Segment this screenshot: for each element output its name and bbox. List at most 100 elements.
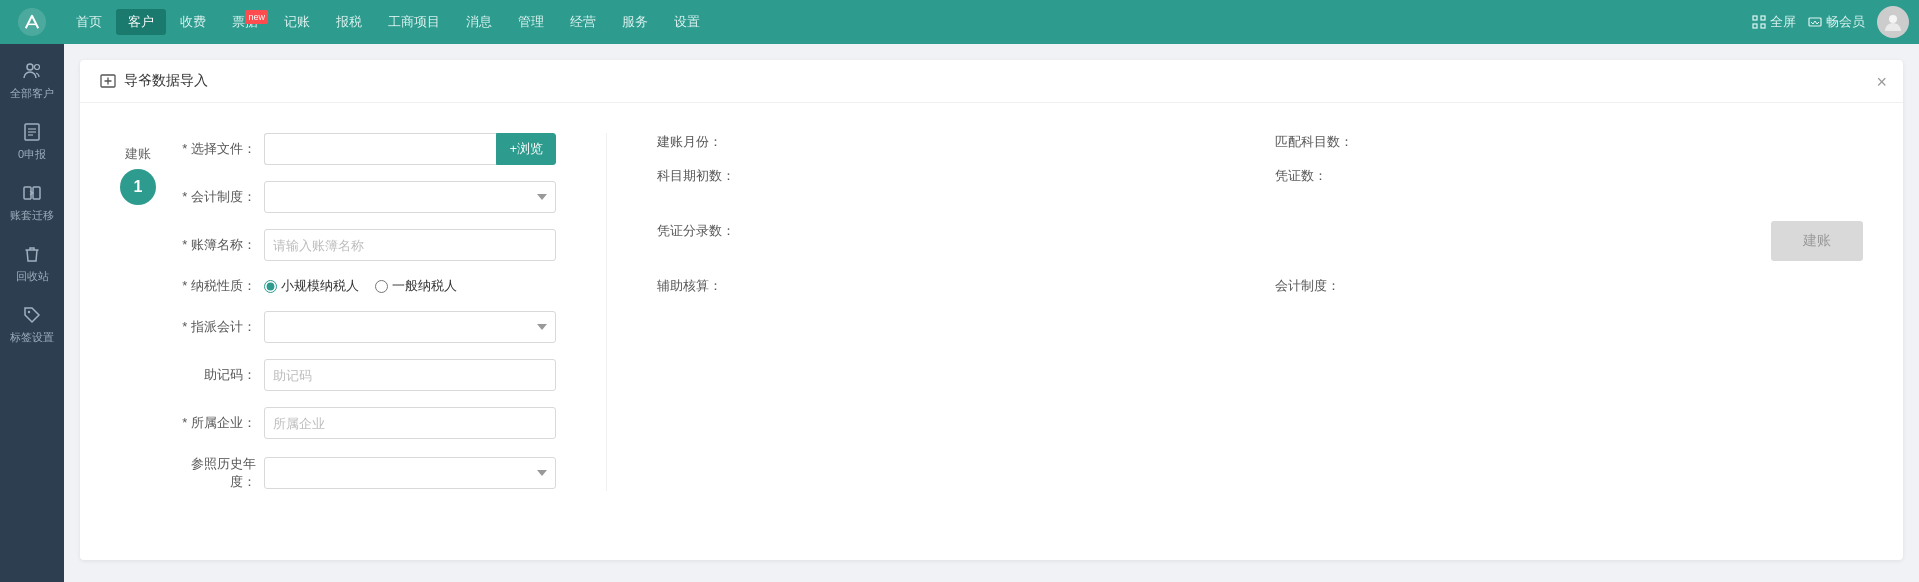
small-taxpayer-option[interactable]: 小规模纳税人 <box>264 277 359 295</box>
file-input[interactable] <box>264 133 496 165</box>
accounting-system-label: * 会计制度： <box>176 188 256 206</box>
history-year-select[interactable] <box>264 457 556 489</box>
voucher-count-label: 凭证数： <box>1275 167 1355 185</box>
accounting-system-row: * 会计制度： <box>176 181 556 213</box>
report-icon <box>21 121 43 143</box>
form-area: 建账 1 * 选择文件： +浏览 <box>80 103 1903 521</box>
build-btn-area: 建账 <box>1275 201 1863 261</box>
form-left: * 选择文件： +浏览 * 会计制度： <box>176 133 556 491</box>
nav-item-service[interactable]: 服务 <box>610 9 660 35</box>
svg-rect-3 <box>1753 24 1757 28</box>
svg-rect-4 <box>1761 24 1765 28</box>
top-navbar: 首页 客户 收费 票据 new 记账 报税 工商项目 消息 管理 经营 服务 设… <box>0 0 1919 44</box>
general-taxpayer-radio[interactable] <box>375 280 388 293</box>
memo-label: 助记码： <box>176 366 256 384</box>
history-year-label: 参照历史年度： <box>176 455 256 491</box>
dialog-card: 导爷数据导入 × 建账 1 * 选择文件： <box>80 60 1903 560</box>
accounting-system-select[interactable] <box>264 181 556 213</box>
main-content: 导爷数据导入 × 建账 1 * 选择文件： <box>64 44 1919 582</box>
match-subjects-row: 匹配科目数： <box>1275 133 1863 151</box>
svg-rect-13 <box>24 187 31 199</box>
dialog-header: 导爷数据导入 × <box>80 60 1903 103</box>
svg-rect-5 <box>1809 18 1821 26</box>
svg-point-0 <box>18 8 46 36</box>
vip-button[interactable]: 畅会员 <box>1808 13 1865 31</box>
sidebar: 全部客户 0申报 账套迁移 回收站 标签设置 <box>0 44 64 582</box>
step-label: 建账 <box>125 145 151 163</box>
assign-accountant-row: * 指派会计： <box>176 311 556 343</box>
sidebar-item-all-customers[interactable]: 全部客户 <box>2 52 62 109</box>
sidebar-item-zero-report-label: 0申报 <box>18 147 46 162</box>
build-month-label: 建账月份： <box>657 133 737 151</box>
right-accounting-system-row: 会计制度： <box>1275 277 1863 295</box>
nav-item-tax[interactable]: 报税 <box>324 9 374 35</box>
sidebar-item-recycle[interactable]: 回收站 <box>2 235 62 292</box>
memo-input[interactable] <box>264 359 556 391</box>
voucher-entries-label: 凭证分录数： <box>657 222 737 240</box>
tax-type-row: * 纳税性质： 小规模纳税人 一般纳税人 <box>176 277 556 295</box>
ledger-name-label: * 账簿名称： <box>176 236 256 254</box>
sidebar-item-tag-settings[interactable]: 标签设置 <box>2 296 62 353</box>
file-label: * 选择文件： <box>176 140 256 158</box>
svg-point-8 <box>35 65 40 70</box>
dialog-title: 导爷数据导入 <box>124 72 208 90</box>
history-year-row: 参照历史年度： <box>176 455 556 491</box>
close-button[interactable]: × <box>1876 72 1887 93</box>
vertical-divider <box>606 133 607 491</box>
ledger-name-input[interactable] <box>264 229 556 261</box>
file-select-row: * 选择文件： +浏览 <box>176 133 556 165</box>
build-month-row: 建账月份： <box>657 133 1245 151</box>
vip-label: 畅会员 <box>1826 13 1865 31</box>
svg-point-15 <box>28 311 30 313</box>
right-accounting-system-label: 会计制度： <box>1275 277 1355 295</box>
fullscreen-label: 全屏 <box>1770 13 1796 31</box>
small-taxpayer-radio[interactable] <box>264 280 277 293</box>
trash-icon <box>21 243 43 265</box>
nav-item-bookkeeping[interactable]: 记账 <box>272 9 322 35</box>
nav-item-business[interactable]: 工商项目 <box>376 9 452 35</box>
nav-item-settings[interactable]: 设置 <box>662 9 712 35</box>
voucher-entries-row: 凭证分录数： <box>657 201 1245 261</box>
build-account-button[interactable]: 建账 <box>1771 221 1863 261</box>
sidebar-item-account-transfer[interactable]: 账套迁移 <box>2 174 62 231</box>
nav-item-fee[interactable]: 收费 <box>168 9 218 35</box>
new-badge: new <box>245 10 268 24</box>
nav-item-manage[interactable]: 管理 <box>506 9 556 35</box>
general-taxpayer-label: 一般纳税人 <box>392 277 457 295</box>
user-avatar[interactable] <box>1877 6 1909 38</box>
match-subjects-label: 匹配科目数： <box>1275 133 1355 151</box>
nav-item-operation[interactable]: 经营 <box>558 9 608 35</box>
small-taxpayer-label: 小规模纳税人 <box>281 277 359 295</box>
app-logo <box>10 0 54 44</box>
nav-item-customer[interactable]: 客户 <box>116 9 166 35</box>
info-grid: 建账月份： 匹配科目数： 科目期初数： 凭证数： <box>657 133 1863 295</box>
app-layout: 全部客户 0申报 账套迁移 回收站 标签设置 <box>0 44 1919 582</box>
company-input[interactable] <box>264 407 556 439</box>
nav-item-invoice[interactable]: 票据 new <box>220 9 270 35</box>
users-icon <box>21 60 43 82</box>
nav-right-area: 全屏 畅会员 <box>1752 6 1909 38</box>
assign-accountant-select[interactable] <box>264 311 556 343</box>
fullscreen-icon <box>1752 15 1766 29</box>
svg-point-7 <box>27 64 33 70</box>
general-taxpayer-option[interactable]: 一般纳税人 <box>375 277 457 295</box>
sidebar-item-recycle-label: 回收站 <box>16 269 49 284</box>
fullscreen-button[interactable]: 全屏 <box>1752 13 1796 31</box>
avatar-icon <box>1882 11 1904 33</box>
sidebar-item-zero-report[interactable]: 0申报 <box>2 113 62 170</box>
subject-initial-label: 科目期初数： <box>657 167 737 185</box>
import-icon <box>100 73 116 89</box>
svg-rect-2 <box>1761 16 1765 20</box>
memo-row: 助记码： <box>176 359 556 391</box>
ledger-name-row: * 账簿名称： <box>176 229 556 261</box>
sidebar-item-tag-settings-label: 标签设置 <box>10 330 54 345</box>
browse-input-group: +浏览 <box>264 133 556 165</box>
sidebar-item-all-customers-label: 全部客户 <box>10 86 54 101</box>
browse-button[interactable]: +浏览 <box>496 133 556 165</box>
nav-item-home[interactable]: 首页 <box>64 9 114 35</box>
tax-type-label: * 纳税性质： <box>176 277 256 295</box>
form-right: 建账月份： 匹配科目数： 科目期初数： 凭证数： <box>657 133 1863 491</box>
sidebar-item-account-transfer-label: 账套迁移 <box>10 208 54 223</box>
nav-item-message[interactable]: 消息 <box>454 9 504 35</box>
step-circle: 1 <box>120 169 156 205</box>
